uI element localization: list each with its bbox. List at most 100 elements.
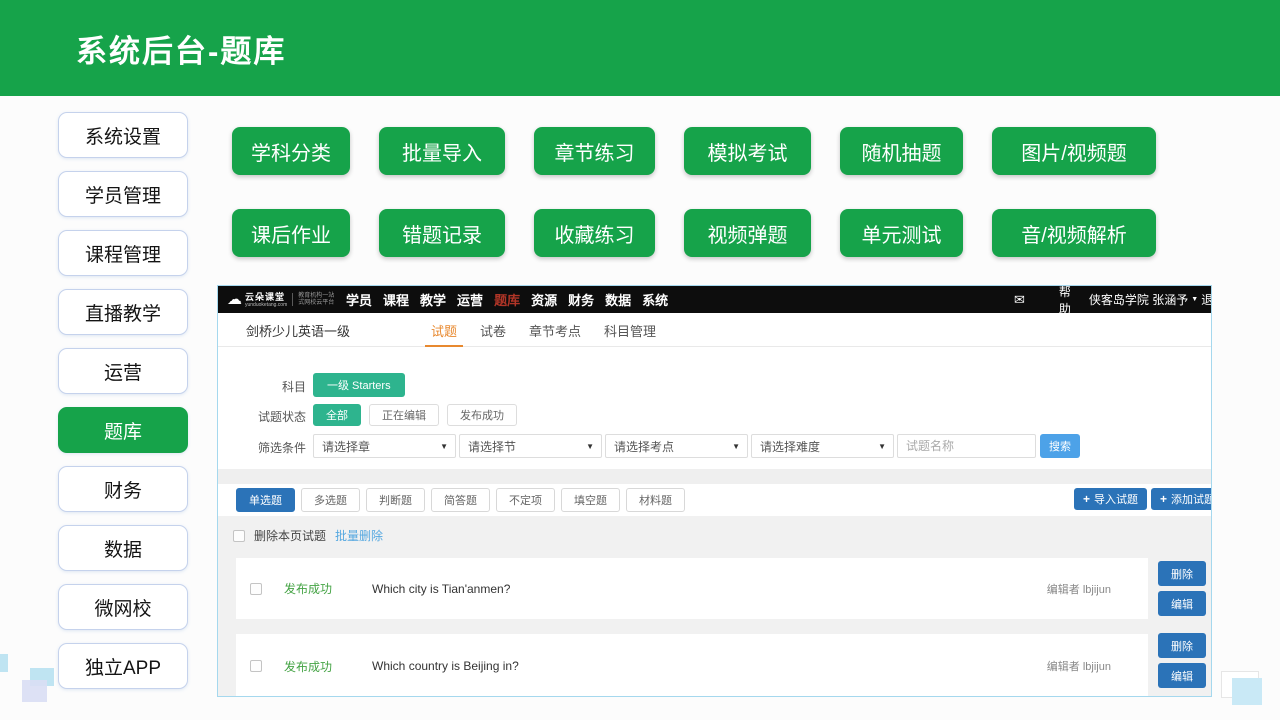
search-button[interactable]: 搜索 — [1040, 434, 1080, 458]
qtype-true-false[interactable]: 判断题 — [366, 488, 425, 512]
sidebar-item-operations[interactable]: 运营 — [58, 348, 188, 394]
page-banner: 系统后台-题库 — [0, 0, 1280, 96]
nav-item-data[interactable]: 数据 — [605, 290, 631, 309]
plus-icon: + — [1160, 492, 1167, 506]
feature-homework[interactable]: 课后作业 — [232, 209, 350, 257]
question-row: 发布成功 Which country is Beijing in? 编辑者 lb… — [236, 634, 1148, 697]
admin-screenshot-panel: ☁ 云朵课堂 yunduoketang.com 教育机构一站 式网校云平台 学员… — [217, 285, 1212, 697]
feature-random-questions[interactable]: 随机抽题 — [840, 127, 963, 175]
brand-tagline-line2: 式网校云平台 — [298, 300, 334, 307]
feature-favorite-practice[interactable]: 收藏练习 — [534, 209, 655, 257]
chapter-select[interactable]: 请选择章 ▼ — [313, 434, 456, 458]
add-question-button[interactable]: + 添加试题 — [1151, 488, 1212, 510]
tab-questions[interactable]: 试题 — [431, 313, 457, 347]
subnav-tabs: 试题 试卷 章节考点 科目管理 — [431, 313, 656, 347]
question-row: 发布成功 Which city is Tian'anmen? 编辑者 lbjij… — [236, 558, 1148, 619]
delete-row-button[interactable]: 删除 — [1158, 561, 1206, 586]
qtype-short-answer[interactable]: 简答题 — [431, 488, 490, 512]
editor-info: 编辑者 lbjijun — [1047, 581, 1111, 597]
question-text: Which country is Beijing in? — [372, 659, 519, 673]
select-all-checkbox[interactable] — [233, 530, 245, 542]
feature-wrong-question-record[interactable]: 错题记录 — [379, 209, 505, 257]
nav-item-operations[interactable]: 运营 — [457, 290, 483, 309]
feature-subject-classification[interactable]: 学科分类 — [232, 127, 350, 175]
sidebar-item-student-management[interactable]: 学员管理 — [58, 171, 188, 217]
admin-top-nav: ☁ 云朵课堂 yunduoketang.com 教育机构一站 式网校云平台 学员… — [218, 286, 1211, 313]
nav-item-system[interactable]: 系统 — [642, 290, 668, 309]
feature-video-popup-questions[interactable]: 视频弹题 — [684, 209, 811, 257]
feature-mock-exam[interactable]: 模拟考试 — [684, 127, 811, 175]
difficulty-select-value: 请选择难度 — [760, 438, 820, 455]
brand-logo: ☁ 云朵课堂 yunduoketang.com 教育机构一站 式网校云平台 — [227, 286, 334, 313]
chapter-select-value: 请选择章 — [322, 438, 370, 455]
account-menu[interactable]: 侠客岛学院 张涵予 ▼ 退 — [1089, 291, 1212, 308]
edit-row-button[interactable]: 编辑 — [1158, 663, 1206, 688]
messages-icon[interactable]: ✉ — [1014, 292, 1025, 308]
decor-square-bottom-left-lavender — [22, 680, 47, 702]
sidebar-item-data[interactable]: 数据 — [58, 525, 188, 571]
nav-item-students[interactable]: 学员 — [346, 290, 372, 309]
admin-nav-right: ✉ 帮助 侠客岛学院 张涵予 ▼ 退 — [1014, 286, 1212, 313]
plus-icon: + — [1083, 492, 1090, 506]
edit-row-button[interactable]: 编辑 — [1158, 591, 1206, 616]
batch-delete-link[interactable]: 批量删除 — [335, 527, 383, 544]
question-name-input[interactable] — [897, 434, 1036, 458]
editor-name: lbjijun — [1083, 584, 1111, 596]
sidebar-item-question-bank[interactable]: 题库 — [58, 407, 188, 453]
status-badge: 发布成功 — [284, 580, 332, 597]
subject-level-tag[interactable]: 一级 Starters — [313, 373, 405, 397]
qtype-single-choice[interactable]: 单选题 — [236, 488, 295, 512]
feature-image-video-questions[interactable]: 图片/视频题 — [992, 127, 1156, 175]
help-link[interactable]: 帮助 — [1059, 285, 1071, 317]
status-option-editing[interactable]: 正在编辑 — [369, 404, 439, 426]
import-questions-label: 导入试题 — [1094, 491, 1138, 507]
brand-name: 云朵课堂 — [245, 292, 287, 302]
sidebar-item-system-settings[interactable]: 系统设置 — [58, 112, 188, 158]
section-divider — [218, 469, 1211, 484]
question-list-section: 删除本页试题 批量删除 发布成功 Which city is Tian'anme… — [218, 516, 1211, 697]
decor-square-left-edge — [0, 654, 8, 672]
nav-item-question-bank[interactable]: 题库 — [494, 290, 520, 309]
qtype-material[interactable]: 材料题 — [626, 488, 685, 512]
feature-unit-test[interactable]: 单元测试 — [840, 209, 963, 257]
section-select[interactable]: 请选择节 ▼ — [459, 434, 602, 458]
row-checkbox[interactable] — [250, 583, 262, 595]
logout-link[interactable]: 退 — [1201, 291, 1212, 308]
sidebar-item-standalone-app[interactable]: 独立APP — [58, 643, 188, 689]
tab-subject-management[interactable]: 科目管理 — [604, 313, 656, 347]
row-checkbox[interactable] — [250, 660, 262, 672]
sidebar-item-micro-school[interactable]: 微网校 — [58, 584, 188, 630]
sidebar-item-finance[interactable]: 财务 — [58, 466, 188, 512]
sidebar: 系统设置 学员管理 课程管理 直播教学 运营 题库 财务 数据 微网校 独立AP… — [58, 112, 188, 689]
row-action-buttons: 删除 编辑 — [1158, 561, 1206, 616]
qtype-fill-blank[interactable]: 填空题 — [561, 488, 620, 512]
difficulty-select[interactable]: 请选择难度 ▼ — [751, 434, 894, 458]
caret-down-icon: ▼ — [586, 442, 594, 451]
add-question-label: 添加试题 — [1171, 491, 1212, 507]
status-option-all[interactable]: 全部 — [313, 404, 361, 426]
exam-point-select[interactable]: 请选择考点 ▼ — [605, 434, 748, 458]
delete-row-button[interactable]: 删除 — [1158, 633, 1206, 658]
status-option-published[interactable]: 发布成功 — [447, 404, 517, 426]
cloud-logo-icon: ☁ — [227, 292, 242, 307]
qtype-indefinite[interactable]: 不定项 — [496, 488, 555, 512]
import-questions-button[interactable]: + 导入试题 — [1074, 488, 1147, 510]
sidebar-item-course-management[interactable]: 课程管理 — [58, 230, 188, 276]
status-filter-label: 试题状态 — [248, 408, 306, 425]
nav-item-courses[interactable]: 课程 — [383, 290, 409, 309]
qtype-multiple-choice[interactable]: 多选题 — [301, 488, 360, 512]
nav-item-teaching[interactable]: 教学 — [420, 290, 446, 309]
editor-name: lbjijun — [1083, 661, 1111, 673]
nav-item-finance[interactable]: 财务 — [568, 290, 594, 309]
feature-chapter-practice[interactable]: 章节练习 — [534, 127, 655, 175]
feature-audio-video-analysis[interactable]: 音/视频解析 — [992, 209, 1156, 257]
caret-down-icon: ▼ — [440, 442, 448, 451]
question-text: Which city is Tian'anmen? — [372, 582, 510, 596]
tab-papers[interactable]: 试卷 — [480, 313, 506, 347]
tab-chapter-points[interactable]: 章节考点 — [529, 313, 581, 347]
feature-batch-import[interactable]: 批量导入 — [379, 127, 505, 175]
sidebar-item-live-teaching[interactable]: 直播教学 — [58, 289, 188, 335]
nav-item-resources[interactable]: 资源 — [531, 290, 557, 309]
feature-buttons: 学科分类 批量导入 章节练习 模拟考试 随机抽题 图片/视频题 课后作业 错题记… — [232, 127, 1156, 257]
question-type-tabs: 单选题 多选题 判断题 简答题 不定项 填空题 材料题 — [236, 488, 685, 512]
